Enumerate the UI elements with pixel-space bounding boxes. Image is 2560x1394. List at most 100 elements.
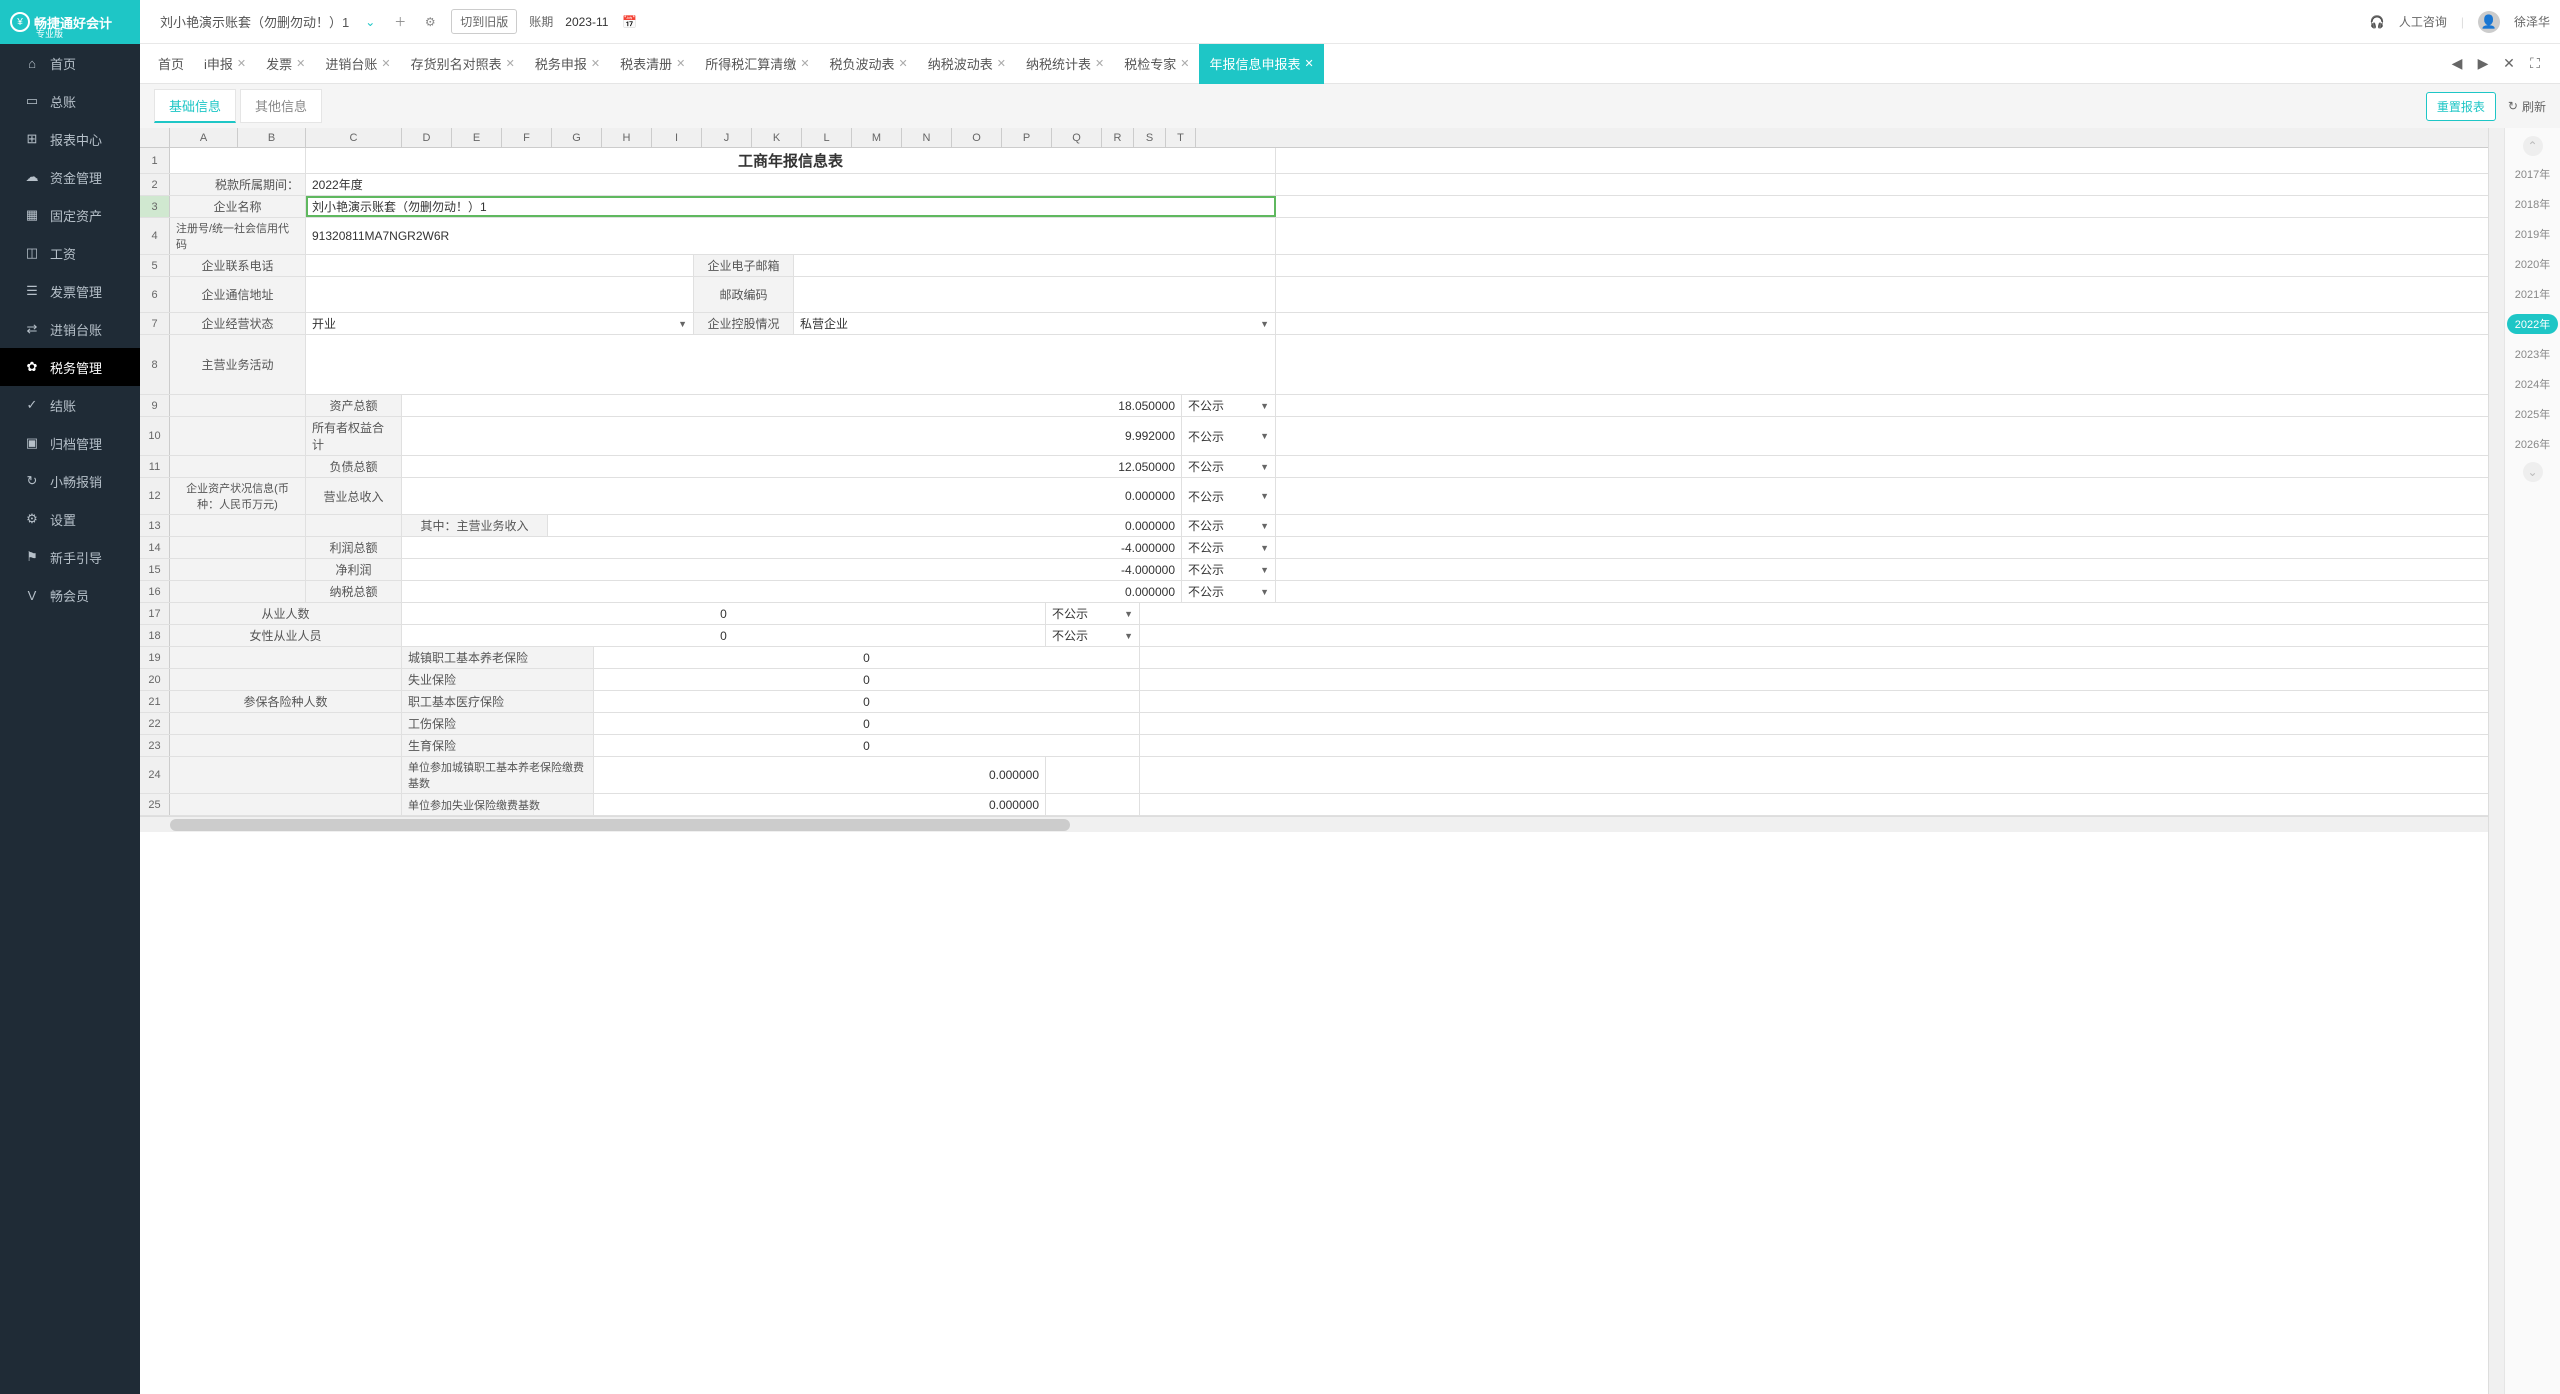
col-header[interactable]: K [752, 128, 802, 147]
sidebar-item[interactable]: ☰发票管理 [0, 272, 140, 310]
col-header[interactable]: P [1002, 128, 1052, 147]
col-header[interactable]: J [702, 128, 752, 147]
col-header[interactable]: C [306, 128, 402, 147]
user-name[interactable]: 徐泽华 [2514, 13, 2550, 30]
year-button[interactable]: 2024年 [2511, 374, 2554, 394]
sidebar-item[interactable]: ⚑新手引导 [0, 538, 140, 576]
close-icon[interactable]: ✕ [506, 57, 515, 70]
status-dropdown[interactable]: 开业▼ [306, 313, 694, 334]
account-name[interactable]: 刘小艳演示账套（勿删勿动！）1 [160, 12, 349, 31]
col-header[interactable]: S [1134, 128, 1166, 147]
col-header[interactable]: I [652, 128, 702, 147]
col-header[interactable]: T [1166, 128, 1196, 147]
sub-tab[interactable]: 其他信息 [240, 89, 322, 123]
tab[interactable]: 税表清册✕ [610, 44, 695, 84]
tabs-close-icon[interactable]: ✕ [2500, 55, 2518, 72]
headset-icon[interactable]: 🎧 [2370, 15, 2385, 29]
consult-link[interactable]: 人工咨询 [2399, 13, 2447, 30]
sidebar-item[interactable]: ⌂首页 [0, 44, 140, 82]
period-value[interactable]: 2023-11 [565, 15, 608, 29]
tab[interactable]: 纳税波动表✕ [918, 44, 1016, 84]
sidebar-item[interactable]: V畅会员 [0, 576, 140, 614]
tabs-fullscreen-icon[interactable]: ⛶ [2526, 55, 2544, 72]
close-icon[interactable]: ✕ [1304, 57, 1313, 70]
horizontal-scrollbar[interactable] [140, 816, 2488, 832]
tab[interactable]: 税务申报✕ [525, 44, 610, 84]
publish-dropdown[interactable]: 不公示▼ [1182, 395, 1276, 416]
tab[interactable]: 首页 [148, 44, 194, 84]
close-icon[interactable]: ✕ [1095, 57, 1104, 70]
close-icon[interactable]: ✕ [296, 57, 305, 70]
year-button[interactable]: 2018年 [2511, 194, 2554, 214]
close-icon[interactable]: ✕ [237, 57, 246, 70]
corner-cell[interactable] [140, 128, 170, 147]
chevron-down-icon[interactable]: ⌄ [361, 13, 379, 31]
year-button[interactable]: 2017年 [2511, 164, 2554, 184]
avatar[interactable]: 👤 [2478, 11, 2500, 33]
col-header[interactable]: O [952, 128, 1002, 147]
year-button[interactable]: 2022年 [2507, 314, 2558, 334]
spreadsheet[interactable]: A B C D E F G H I J K L M N O P Q R S T [140, 128, 2488, 1394]
close-icon[interactable]: ✕ [591, 57, 600, 70]
year-button[interactable]: 2020年 [2511, 254, 2554, 274]
col-header[interactable]: L [802, 128, 852, 147]
gear-icon[interactable]: ⚙ [421, 13, 439, 31]
year-button[interactable]: 2021年 [2511, 284, 2554, 304]
sheet-title[interactable]: 工商年报信息表 [306, 148, 1276, 173]
tab[interactable]: 税负波动表✕ [820, 44, 918, 84]
col-header[interactable]: Q [1052, 128, 1102, 147]
period-label-cell[interactable]: 税款所属期间： [170, 174, 306, 195]
add-icon[interactable]: ＋ [391, 13, 409, 31]
col-header[interactable]: E [452, 128, 502, 147]
tab[interactable]: i申报✕ [194, 44, 256, 84]
close-icon[interactable]: ✕ [899, 57, 908, 70]
close-icon[interactable]: ✕ [381, 57, 390, 70]
tabs-prev-icon[interactable]: ◀ [2448, 55, 2466, 72]
close-icon[interactable]: ✕ [997, 57, 1006, 70]
tab[interactable]: 税检专家✕ [1114, 44, 1199, 84]
tab[interactable]: 所得税汇算清缴✕ [695, 44, 819, 84]
refresh-button[interactable]: ↻刷新 [2508, 98, 2546, 115]
col-header[interactable]: A [170, 128, 238, 147]
company-label[interactable]: 企业名称 [170, 196, 306, 217]
close-icon[interactable]: ✕ [1180, 57, 1189, 70]
sidebar-item[interactable]: ⚙设置 [0, 500, 140, 538]
tab[interactable]: 发票✕ [256, 44, 315, 84]
period-value-cell[interactable]: 2022年度 [306, 174, 1276, 195]
reset-report-button[interactable]: 重置报表 [2426, 92, 2496, 121]
year-down-icon[interactable]: ⌄ [2523, 462, 2543, 482]
year-up-icon[interactable]: ⌃ [2523, 136, 2543, 156]
col-header[interactable]: F [502, 128, 552, 147]
year-button[interactable]: 2026年 [2511, 434, 2554, 454]
sidebar-item[interactable]: ▭总账 [0, 82, 140, 120]
calendar-icon[interactable]: 📅 [620, 13, 638, 31]
tab[interactable]: 年报信息申报表✕ [1199, 44, 1323, 84]
company-value[interactable]: 刘小艳演示账套（勿删勿动！）1 [306, 196, 1276, 217]
col-header[interactable]: B [238, 128, 306, 147]
col-header[interactable]: M [852, 128, 902, 147]
col-header[interactable]: R [1102, 128, 1134, 147]
close-icon[interactable]: ✕ [676, 57, 685, 70]
col-header[interactable]: D [402, 128, 452, 147]
sidebar-item[interactable]: ↻小畅报销 [0, 462, 140, 500]
sidebar-item[interactable]: ⊞报表中心 [0, 120, 140, 158]
tabs-next-icon[interactable]: ▶ [2474, 55, 2492, 72]
sidebar-item[interactable]: ◫工资 [0, 234, 140, 272]
holding-dropdown[interactable]: 私营企业▼ [794, 313, 1276, 334]
sidebar-item[interactable]: ☁资金管理 [0, 158, 140, 196]
year-button[interactable]: 2019年 [2511, 224, 2554, 244]
reg-label[interactable]: 注册号/统一社会信用代码 [170, 218, 306, 254]
reg-value[interactable]: 91320811MA7NGR2W6R [306, 218, 1276, 254]
col-header[interactable]: H [602, 128, 652, 147]
sidebar-item[interactable]: ▦固定资产 [0, 196, 140, 234]
sub-tab[interactable]: 基础信息 [154, 89, 236, 123]
sidebar-item[interactable]: ✓结账 [0, 386, 140, 424]
sidebar-item[interactable]: ✿税务管理 [0, 348, 140, 386]
row-header[interactable]: 1 [140, 148, 170, 173]
tab[interactable]: 进销台账✕ [315, 44, 400, 84]
vertical-scrollbar[interactable] [2488, 128, 2504, 1394]
tab[interactable]: 纳税统计表✕ [1016, 44, 1114, 84]
col-header[interactable]: G [552, 128, 602, 147]
year-button[interactable]: 2025年 [2511, 404, 2554, 424]
year-button[interactable]: 2023年 [2511, 344, 2554, 364]
